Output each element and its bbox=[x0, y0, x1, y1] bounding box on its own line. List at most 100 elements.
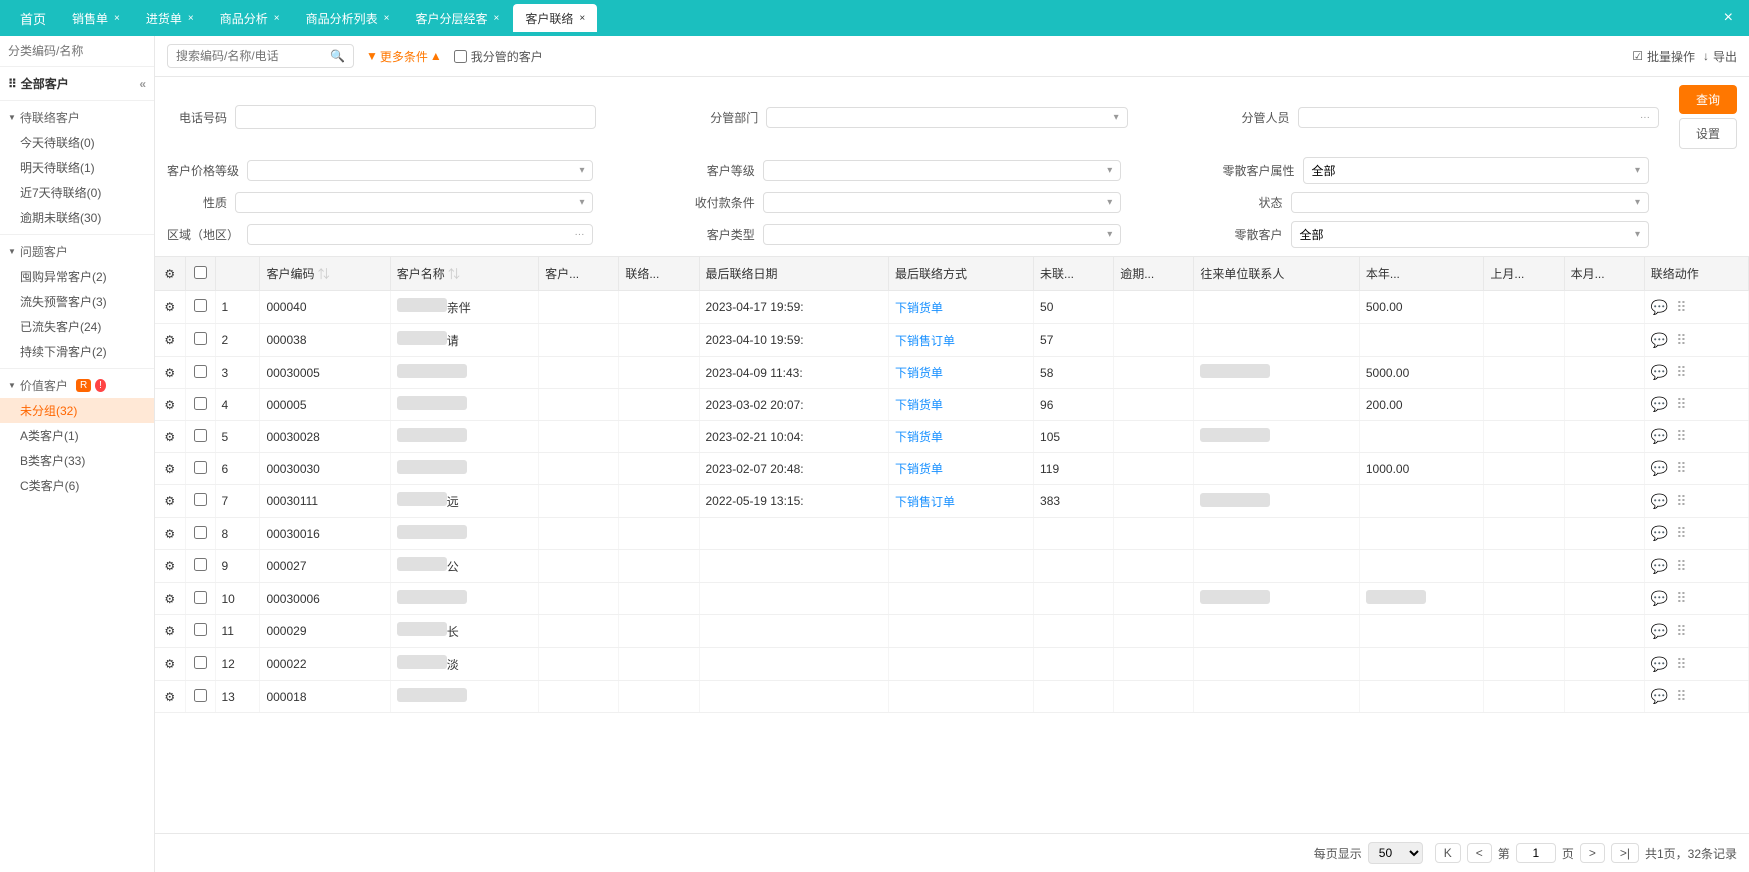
sidebar-item-ungroup[interactable]: 未分组(32) bbox=[0, 398, 154, 423]
td-gear[interactable]: ⚙ bbox=[155, 421, 185, 453]
select-all-checkbox[interactable] bbox=[194, 266, 207, 279]
td-gear[interactable]: ⚙ bbox=[155, 324, 185, 357]
phone-input[interactable] bbox=[235, 105, 596, 129]
search-container[interactable]: 🔍 bbox=[167, 44, 354, 68]
grid-action-icon[interactable]: ⠿ bbox=[1676, 623, 1686, 640]
row-checkbox[interactable] bbox=[194, 689, 207, 702]
sidebar-item-b-class[interactable]: B类客户(33) bbox=[0, 448, 154, 473]
method-link[interactable]: 下销货单 bbox=[895, 301, 943, 315]
sidebar-item-churn-warning[interactable]: 流失预警客户(3) bbox=[0, 289, 154, 314]
row-checkbox[interactable] bbox=[194, 526, 207, 539]
td-check[interactable] bbox=[185, 485, 215, 518]
method-link[interactable]: 下销货单 bbox=[895, 366, 943, 380]
chat-icon[interactable]: 💬 bbox=[1651, 364, 1668, 381]
close-icon[interactable]: × bbox=[384, 13, 390, 24]
close-icon[interactable]: × bbox=[274, 13, 280, 24]
close-icon[interactable]: × bbox=[114, 13, 120, 24]
query-button[interactable]: 查询 bbox=[1679, 85, 1737, 114]
grid-action-icon[interactable]: ⠿ bbox=[1676, 460, 1686, 477]
method-link[interactable]: 下销货单 bbox=[895, 462, 943, 476]
nav-tab-customer-segment[interactable]: 客户分层经客 × bbox=[403, 4, 511, 32]
region-select[interactable]: ··· bbox=[247, 224, 593, 245]
chat-icon[interactable]: 💬 bbox=[1651, 460, 1668, 477]
td-check[interactable] bbox=[185, 357, 215, 389]
row-checkbox[interactable] bbox=[194, 461, 207, 474]
sidebar-item-churned[interactable]: 已流失客户(24) bbox=[0, 314, 154, 339]
dept-select[interactable]: ▾ bbox=[766, 107, 1127, 128]
td-check[interactable] bbox=[185, 389, 215, 421]
row-checkbox[interactable] bbox=[194, 591, 207, 604]
status-select[interactable]: ▾ bbox=[1291, 192, 1649, 213]
nav-tab-sales[interactable]: 销售单 × bbox=[60, 4, 132, 32]
nav-home[interactable]: 首页 bbox=[8, 4, 58, 32]
td-check[interactable] bbox=[185, 648, 215, 681]
scatter-attr-select[interactable]: 全部▾ bbox=[1303, 157, 1649, 184]
close-icon[interactable]: × bbox=[579, 13, 585, 24]
th-settings[interactable]: ⚙ bbox=[155, 257, 185, 291]
row-checkbox[interactable] bbox=[194, 332, 207, 345]
td-check[interactable] bbox=[185, 615, 215, 648]
grid-action-icon[interactable]: ⠿ bbox=[1676, 688, 1686, 705]
sidebar-search-input[interactable] bbox=[8, 44, 155, 58]
td-gear[interactable]: ⚙ bbox=[155, 518, 185, 550]
scatter-customer-select[interactable]: 全部▾ bbox=[1291, 221, 1649, 248]
customer-type-select[interactable]: ▾ bbox=[763, 224, 1121, 245]
chat-icon[interactable]: 💬 bbox=[1651, 299, 1668, 316]
sidebar-item-overdue[interactable]: 逾期未联络(30) bbox=[0, 205, 154, 230]
td-check[interactable] bbox=[185, 518, 215, 550]
td-gear[interactable]: ⚙ bbox=[155, 291, 185, 324]
sidebar-item-today[interactable]: 今天待联络(0) bbox=[0, 130, 154, 155]
td-gear[interactable]: ⚙ bbox=[155, 453, 185, 485]
td-gear[interactable]: ⚙ bbox=[155, 648, 185, 681]
td-gear[interactable]: ⚙ bbox=[155, 681, 185, 713]
nav-tab-product-analysis[interactable]: 商品分析 × bbox=[208, 4, 292, 32]
td-gear[interactable]: ⚙ bbox=[155, 485, 185, 518]
grid-action-icon[interactable]: ⠿ bbox=[1676, 656, 1686, 673]
row-checkbox[interactable] bbox=[194, 493, 207, 506]
export-btn[interactable]: ↓ 导出 bbox=[1703, 48, 1737, 65]
last-page-btn[interactable]: >| bbox=[1611, 843, 1639, 863]
chat-icon[interactable]: 💬 bbox=[1651, 493, 1668, 510]
search-icon[interactable]: 🔍 bbox=[330, 49, 345, 63]
chat-icon[interactable]: 💬 bbox=[1651, 558, 1668, 575]
price-level-select[interactable]: ▾ bbox=[247, 160, 593, 181]
th-name[interactable]: 客户名称 ⇅ bbox=[390, 257, 538, 291]
grid-action-icon[interactable]: ⠿ bbox=[1676, 332, 1686, 349]
grid-action-icon[interactable]: ⠿ bbox=[1676, 493, 1686, 510]
nav-tab-customer-contact[interactable]: 客户联络 × bbox=[513, 4, 597, 32]
row-checkbox[interactable] bbox=[194, 365, 207, 378]
td-gear[interactable]: ⚙ bbox=[155, 615, 185, 648]
row-checkbox[interactable] bbox=[194, 623, 207, 636]
td-gear[interactable]: ⚙ bbox=[155, 583, 185, 615]
prev-page-btn[interactable]: < bbox=[1467, 843, 1492, 863]
row-checkbox[interactable] bbox=[194, 558, 207, 571]
sidebar-group-problem[interactable]: ▼ 问题客户 bbox=[0, 239, 154, 264]
method-link[interactable]: 下销货单 bbox=[895, 430, 943, 444]
sidebar-search-bar[interactable]: 🔍 bbox=[0, 36, 154, 67]
sidebar-item-a-class[interactable]: A类客户(1) bbox=[0, 423, 154, 448]
sidebar-item-tomorrow[interactable]: 明天待联络(1) bbox=[0, 155, 154, 180]
row-checkbox[interactable] bbox=[194, 299, 207, 312]
nav-tab-product-analysis-list[interactable]: 商品分析列表 × bbox=[294, 4, 402, 32]
my-customers-check[interactable] bbox=[454, 50, 467, 63]
grid-action-icon[interactable]: ⠿ bbox=[1676, 299, 1686, 316]
more-conditions-btn[interactable]: ▼ 更多条件 ▲ bbox=[366, 48, 442, 65]
chat-icon[interactable]: 💬 bbox=[1651, 688, 1668, 705]
row-checkbox[interactable] bbox=[194, 397, 207, 410]
page-size-select[interactable]: 50 100 200 bbox=[1368, 842, 1423, 864]
td-gear[interactable]: ⚙ bbox=[155, 357, 185, 389]
grid-action-icon[interactable]: ⠿ bbox=[1676, 364, 1686, 381]
payment-select[interactable]: ▾ bbox=[763, 192, 1121, 213]
row-checkbox[interactable] bbox=[194, 429, 207, 442]
collapse-icon[interactable]: « bbox=[139, 77, 146, 91]
chat-icon[interactable]: 💬 bbox=[1651, 332, 1668, 349]
sidebar-item-c-class[interactable]: C类客户(6) bbox=[0, 473, 154, 498]
td-gear[interactable]: ⚙ bbox=[155, 550, 185, 583]
page-number-input[interactable] bbox=[1516, 843, 1556, 863]
chat-icon[interactable]: 💬 bbox=[1651, 590, 1668, 607]
chat-icon[interactable]: 💬 bbox=[1651, 623, 1668, 640]
sidebar-item-hoarding[interactable]: 囤购异常客户(2) bbox=[0, 264, 154, 289]
batch-ops-btn[interactable]: ☑ 批量操作 bbox=[1632, 48, 1695, 65]
close-icon[interactable]: × bbox=[188, 13, 194, 24]
td-check[interactable] bbox=[185, 291, 215, 324]
